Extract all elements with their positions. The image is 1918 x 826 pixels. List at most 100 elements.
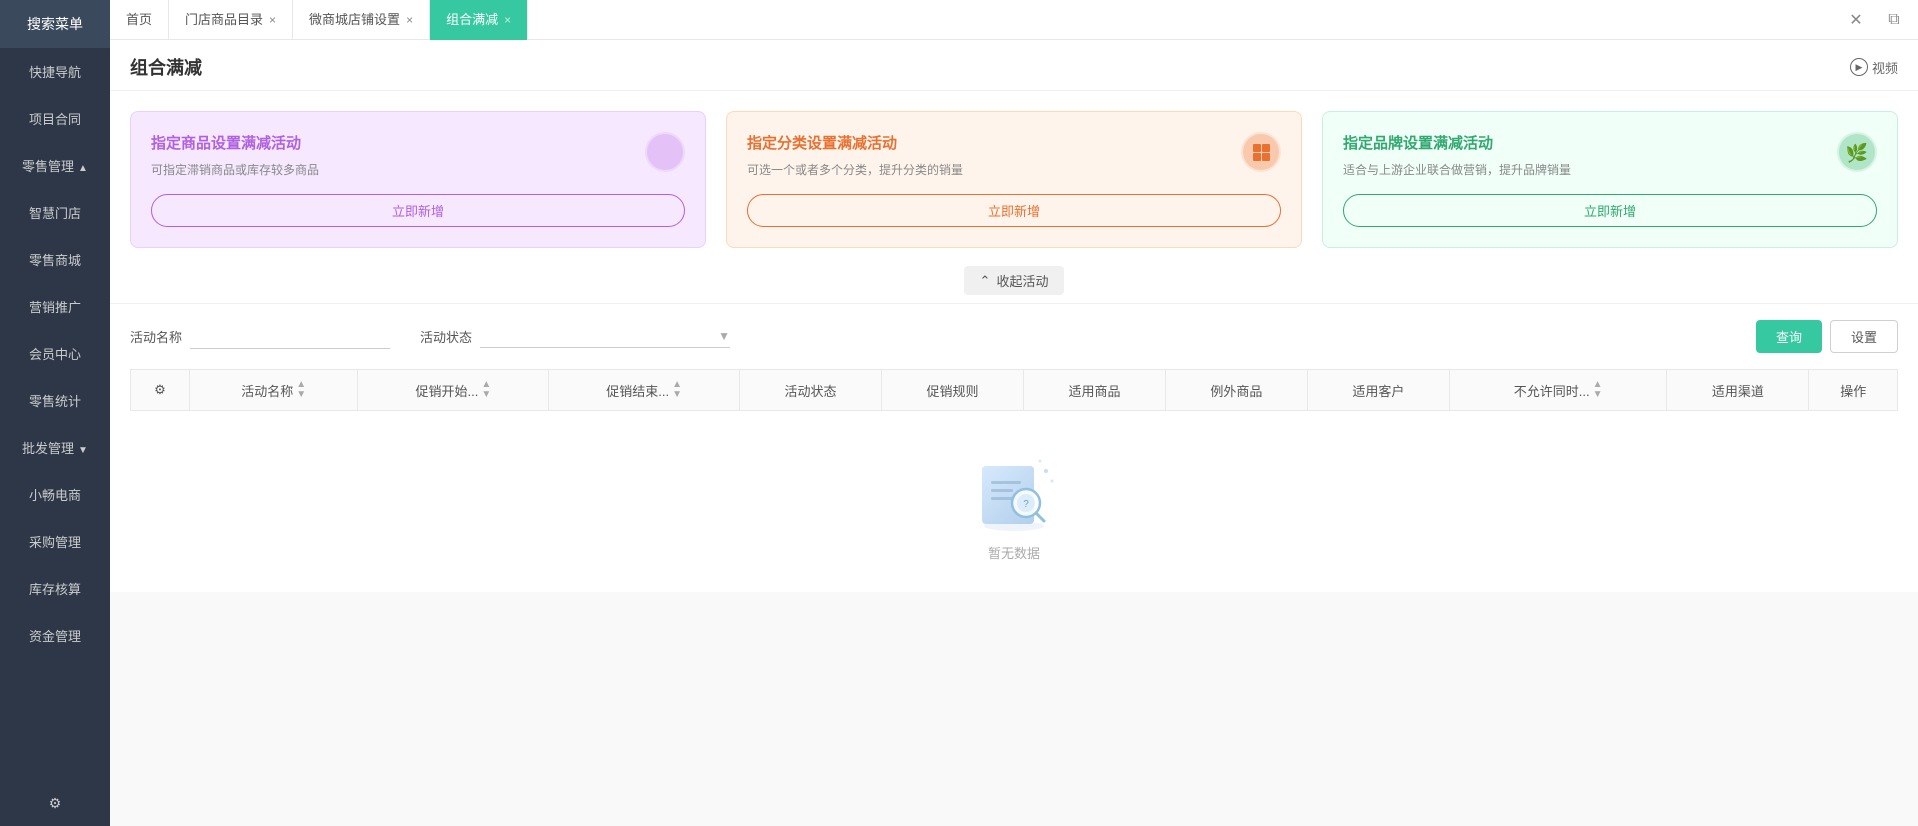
sort-icon-promo-end: ▲▼ — [672, 380, 682, 400]
card-specify-brand-btn[interactable]: 立即新增 — [1343, 194, 1877, 227]
filter-status-select[interactable]: ▼ — [480, 325, 730, 348]
close-window-btn[interactable]: ✕ — [1842, 6, 1870, 34]
card-specify-brand-desc: 适合与上游企业联合做营销，提升品牌销量 — [1343, 161, 1877, 180]
card-specify-goods: 指定商品设置满减活动 可指定滞销商品或库存较多商品 🛍 立即新增 — [130, 111, 706, 248]
tab-combo-discount-label: 组合满减 — [446, 0, 498, 40]
table-header: ⚙ 活动名称 ▲▼ 促销开始... ▲▼ — [131, 370, 1898, 411]
sidebar-item-quick-nav[interactable]: 快捷导航 — [0, 48, 110, 95]
tab-wechat-store-label: 微商城店铺设置 — [309, 0, 400, 40]
th-applicable-customer-label: 适用客户 — [1352, 384, 1404, 399]
svg-text:🌿: 🌿 — [1846, 142, 1868, 163]
play-icon: ▶ — [1850, 58, 1868, 76]
th-activity-name-label: 活动名称 — [241, 381, 293, 400]
th-activity-name[interactable]: 活动名称 ▲▼ — [189, 370, 358, 411]
collapse-activities-btn[interactable]: ⌃ 收起活动 — [964, 266, 1065, 295]
svg-text:?: ? — [1023, 499, 1029, 510]
table-container: ⚙ 活动名称 ▲▼ 促销开始... ▲▼ — [110, 369, 1918, 411]
th-activity-status: 活动状态 — [740, 370, 882, 411]
cards-section: 指定商品设置满减活动 可指定滞销商品或库存较多商品 🛍 立即新增 指定分类设置满… — [110, 91, 1918, 258]
sidebar-settings-icon[interactable]: ⚙ — [0, 781, 110, 826]
sidebar-item-wholesale-mgmt[interactable]: 批发管理 — [0, 424, 110, 471]
card-specify-goods-btn[interactable]: 立即新增 — [151, 194, 685, 227]
gear-icon: ⚙ — [154, 382, 166, 397]
card-specify-brand-icon: 🌿 — [1837, 132, 1877, 179]
tab-store-catalog[interactable]: 门店商品目录 × — [169, 0, 293, 40]
sort-icon-promo-start: ▲▼ — [481, 380, 491, 400]
sidebar-item-inventory[interactable]: 库存核算 — [0, 565, 110, 612]
sidebar-item-member-center[interactable]: 会员中心 — [0, 330, 110, 377]
data-table: ⚙ 活动名称 ▲▼ 促销开始... ▲▼ — [130, 369, 1898, 411]
tab-wechat-store-close[interactable]: × — [406, 0, 413, 40]
th-promo-start-label: 促销开始... — [415, 381, 478, 400]
card-specify-goods-icon: 🛍 — [645, 132, 685, 179]
th-operation-label: 操作 — [1840, 384, 1866, 399]
th-applicable-goods-label: 适用商品 — [1068, 384, 1120, 399]
th-activity-status-label: 活动状态 — [785, 384, 837, 399]
card-specify-category-title: 指定分类设置满减活动 — [747, 132, 1281, 153]
sort-icon-no-concurrent: ▲▼ — [1593, 380, 1603, 400]
sidebar-item-purchase-mgmt[interactable]: 采购管理 — [0, 518, 110, 565]
th-promo-end-label: 促销结束... — [606, 381, 669, 400]
tab-combo-discount-close[interactable]: × — [504, 0, 511, 40]
query-button[interactable]: 查询 — [1756, 320, 1822, 353]
tab-store-catalog-close[interactable]: × — [269, 0, 276, 40]
tab-wechat-store[interactable]: 微商城店铺设置 × — [293, 0, 430, 40]
page-header: 组合满减 ▶ 视频 — [110, 40, 1918, 91]
sidebar-item-retail-mall[interactable]: 零售商城 — [0, 236, 110, 283]
th-no-concurrent[interactable]: 不允许同时... ▲▼ — [1449, 370, 1667, 411]
empty-text: 暂无数据 — [988, 543, 1040, 562]
th-operation: 操作 — [1809, 370, 1898, 411]
page-title: 组合满减 — [130, 54, 202, 80]
sidebar-item-marketing[interactable]: 营销推广 — [0, 283, 110, 330]
sidebar-search[interactable]: 搜索菜单 — [0, 0, 110, 48]
sort-icon-activity-name: ▲▼ — [296, 380, 306, 400]
filter-status-field: 活动状态 ▼ — [420, 325, 730, 348]
tab-store-catalog-label: 门店商品目录 — [185, 0, 263, 40]
filter-actions: 查询 设置 — [1756, 320, 1898, 353]
filter-status-label: 活动状态 — [420, 327, 472, 346]
filter-name-input[interactable] — [190, 325, 390, 349]
sidebar-item-retail-mgmt[interactable]: 零售管理 — [0, 142, 110, 189]
th-promo-rule-label: 促销规则 — [926, 384, 978, 399]
th-exception-goods-label: 例外商品 — [1210, 384, 1262, 399]
card-specify-brand: 指定品牌设置满减活动 适合与上游企业联合做营销，提升品牌销量 🌿 立即新增 — [1322, 111, 1898, 248]
filter-name-field: 活动名称 — [130, 325, 390, 349]
card-specify-category-icon — [1241, 132, 1281, 179]
tab-combo-discount[interactable]: 组合满减 × — [430, 0, 528, 40]
tabbar-actions: ✕ ⧉ — [1842, 6, 1918, 34]
th-promo-start[interactable]: 促销开始... ▲▼ — [358, 370, 549, 411]
filter-name-label: 活动名称 — [130, 327, 182, 346]
sidebar: 搜索菜单 快捷导航 项目合同 零售管理 智慧门店 零售商城 营销推广 会员中心 … — [0, 0, 110, 826]
th-promo-rule: 促销规则 — [882, 370, 1024, 411]
th-applicable-channel: 适用渠道 — [1667, 370, 1809, 411]
th-applicable-channel-label: 适用渠道 — [1712, 384, 1764, 399]
th-exception-goods: 例外商品 — [1165, 370, 1307, 411]
video-link[interactable]: ▶ 视频 — [1850, 58, 1898, 77]
card-specify-category-btn[interactable]: 立即新增 — [747, 194, 1281, 227]
th-promo-end[interactable]: 促销结束... ▲▼ — [549, 370, 740, 411]
th-gear[interactable]: ⚙ — [131, 370, 190, 411]
empty-state: ? 暂无数据 — [110, 411, 1918, 592]
minimize-btn[interactable]: ⧉ — [1880, 6, 1908, 34]
sidebar-item-xiaochang[interactable]: 小畅电商 — [0, 471, 110, 518]
sidebar-item-smart-store[interactable]: 智慧门店 — [0, 189, 110, 236]
video-link-label: 视频 — [1872, 58, 1898, 77]
th-no-concurrent-label: 不允许同时... — [1514, 381, 1590, 400]
empty-illustration: ? — [964, 451, 1064, 531]
sidebar-item-project-contract[interactable]: 项目合同 — [0, 95, 110, 142]
sidebar-item-fund-mgmt[interactable]: 资金管理 — [0, 612, 110, 659]
th-applicable-goods: 适用商品 — [1023, 370, 1165, 411]
collapse-bar: ⌃ 收起活动 — [110, 258, 1918, 304]
settings-button[interactable]: 设置 — [1830, 320, 1898, 353]
card-specify-category-desc: 可选一个或者多个分类，提升分类的销量 — [747, 161, 1281, 180]
filter-status-arrow-icon: ▼ — [718, 329, 730, 343]
card-specify-goods-title: 指定商品设置满减活动 — [151, 132, 685, 153]
th-applicable-customer: 适用客户 — [1307, 370, 1449, 411]
tab-home[interactable]: 首页 — [110, 0, 169, 40]
sidebar-item-retail-stats[interactable]: 零售统计 — [0, 377, 110, 424]
collapse-icon: ⌃ — [980, 273, 991, 289]
card-specify-goods-desc: 可指定滞销商品或库存较多商品 — [151, 161, 685, 180]
tabbar: 首页 门店商品目录 × 微商城店铺设置 × 组合满减 × ✕ ⧉ — [110, 0, 1918, 40]
collapse-btn-label: 收起活动 — [996, 271, 1048, 290]
content-area: 组合满减 ▶ 视频 指定商品设置满减活动 可指定滞销商品或库存较多商品 🛍 立即… — [110, 40, 1918, 826]
